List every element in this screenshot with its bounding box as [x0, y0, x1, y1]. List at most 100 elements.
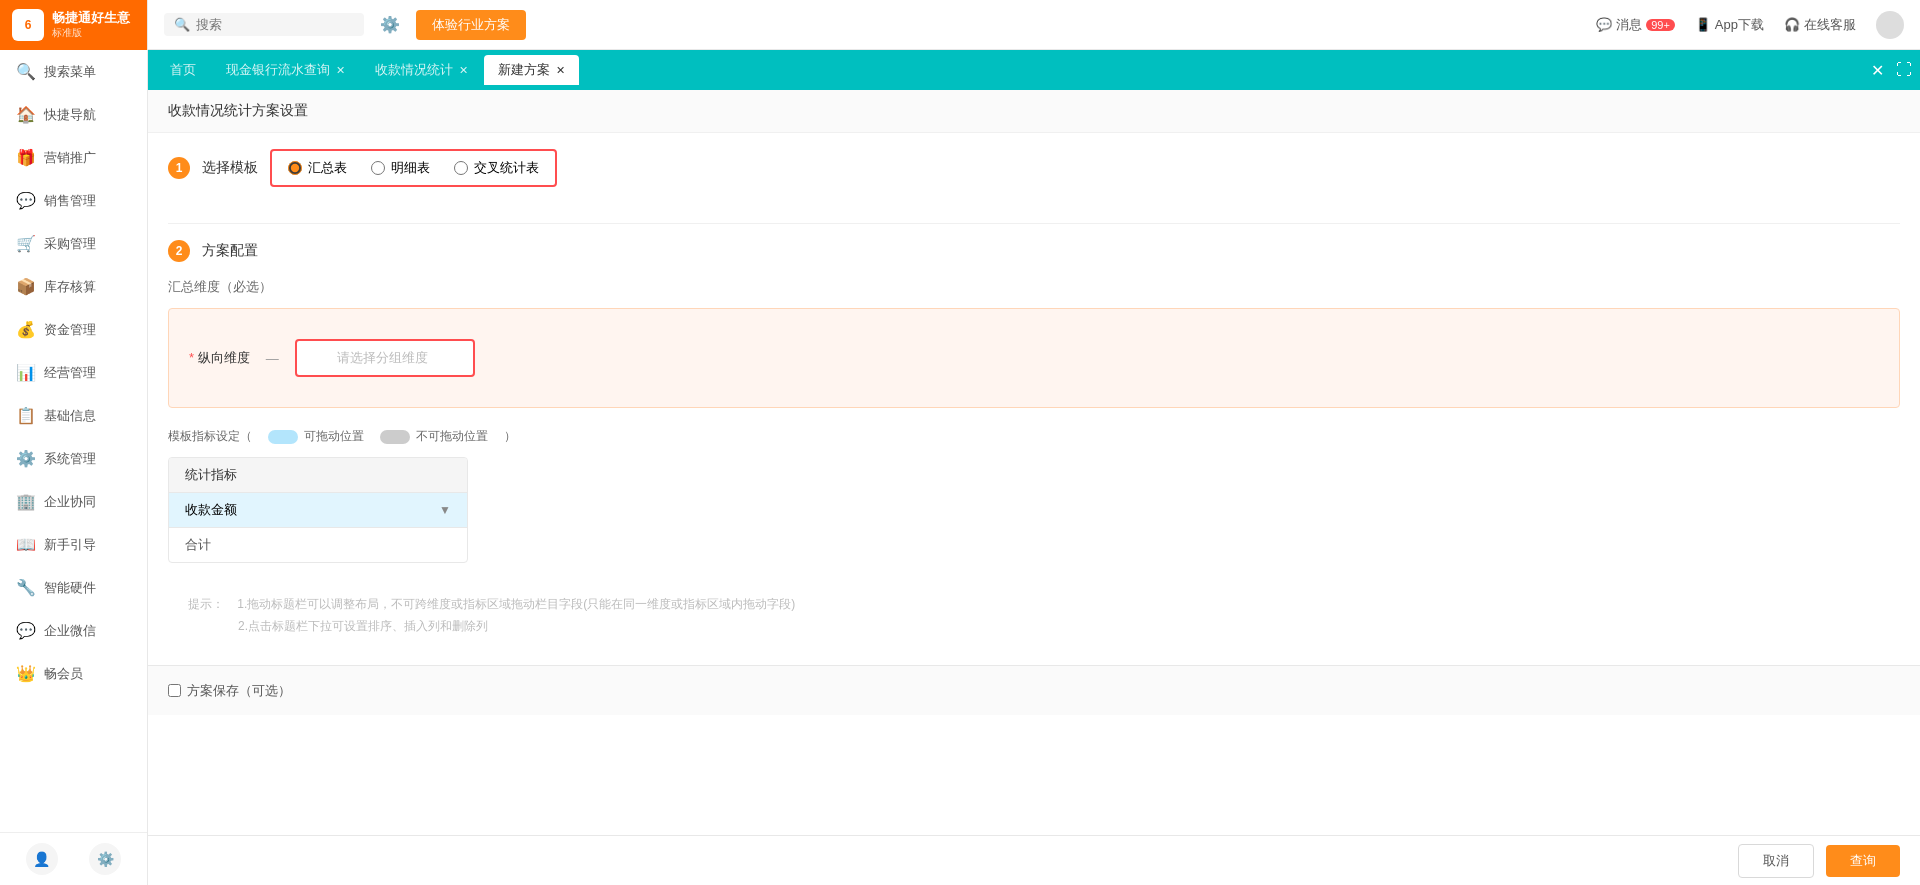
step2-header: 2 方案配置 [168, 240, 1900, 262]
industry-plan-button[interactable]: 体验行业方案 [416, 10, 526, 40]
tab-bank-flow-label: 现金银行流水查询 [226, 61, 330, 79]
download-label: App下载 [1715, 16, 1764, 34]
sidebar-item-quick-nav[interactable]: 🏠 快捷导航 [0, 93, 147, 136]
maximize-icon[interactable]: ⛶ [1896, 61, 1912, 79]
radio-cross-input[interactable] [454, 161, 468, 175]
save-checkbox-label[interactable]: 方案保存（可选） [168, 682, 291, 700]
radio-summary-input[interactable] [288, 161, 302, 175]
sidebar-item-finance[interactable]: 💰 资金管理 [0, 308, 147, 351]
box-icon: 📦 [16, 277, 36, 296]
query-button[interactable]: 查询 [1826, 845, 1900, 877]
sidebar-item-inventory[interactable]: 📦 库存核算 [0, 265, 147, 308]
close-window-icon[interactable]: ✕ [1871, 61, 1884, 80]
legend-fixed-label: 不可拖动位置 [416, 428, 488, 445]
indicators-cell-revenue[interactable]: 收款金额 ▼ [169, 493, 467, 528]
money-icon: 💰 [16, 320, 36, 339]
radio-summary[interactable]: 汇总表 [288, 159, 347, 177]
dimension-area: * 纵向维度 — 请选择分组维度 [168, 308, 1900, 408]
tab-receipt-stats[interactable]: 收款情况统计 ✕ [361, 55, 482, 85]
fixed-indicator [380, 430, 410, 444]
indicators-legend: 模板指标设定（ 可拖动位置 不可拖动位置 ） [168, 428, 1900, 445]
topbar-right: 💬 消息 99+ 📱 App下载 🎧 在线客服 [1596, 11, 1904, 39]
sidebar-item-basic-info[interactable]: 📋 基础信息 [0, 394, 147, 437]
chart-icon: 📊 [16, 363, 36, 382]
sidebar-item-member[interactable]: 👑 畅会员 [0, 652, 147, 695]
search-menu-icon: 🔍 [16, 62, 36, 81]
sidebar-item-sales[interactable]: 💬 销售管理 [0, 179, 147, 222]
cart-icon: 🛒 [16, 234, 36, 253]
sidebar-item-label: 库存核算 [44, 278, 96, 296]
sidebar-item-marketing[interactable]: 🎁 营销推广 [0, 136, 147, 179]
sidebar-item-label: 系统管理 [44, 450, 96, 468]
indicators-table: 统计指标 收款金额 ▼ 合计 [168, 457, 468, 563]
dimension-arrow: — [266, 351, 279, 366]
book-icon: 📖 [16, 535, 36, 554]
sidebar-item-label: 基础信息 [44, 407, 96, 425]
sidebar-item-operations[interactable]: 📊 经营管理 [0, 351, 147, 394]
draggable-indicator [268, 430, 298, 444]
chevron-down-icon[interactable]: ▼ [439, 503, 451, 517]
legend-draggable-label: 可拖动位置 [304, 428, 364, 445]
radio-detail-input[interactable] [371, 161, 385, 175]
search-input[interactable] [196, 17, 336, 32]
sidebar: 6 畅捷通好生意 标准版 🔍 搜索菜单 🏠 快捷导航 🎁 营销推广 💬 销售管理… [0, 0, 148, 885]
wechat-icon: 💬 [16, 621, 36, 640]
tab-bank-flow-close[interactable]: ✕ [336, 64, 345, 77]
user-avatar[interactable] [1876, 11, 1904, 39]
total-label: 合计 [185, 537, 211, 552]
topbar: 🔍 ⚙️ 体验行业方案 💬 消息 99+ 📱 App下载 🎧 在线客服 [148, 0, 1920, 50]
template-select-box: 汇总表 明细表 交叉统计表 [270, 149, 557, 187]
page-title: 收款情况统计方案设置 [148, 90, 1920, 133]
sidebar-bottom-icon-1[interactable]: 👤 [26, 843, 58, 875]
tab-new-plan[interactable]: 新建方案 ✕ [484, 55, 579, 85]
action-bar: 取消 查询 [148, 835, 1920, 885]
tips-title: 提示： [188, 597, 234, 611]
dimension-select-box[interactable]: 请选择分组维度 [295, 339, 475, 377]
sidebar-item-hardware[interactable]: 🔧 智能硬件 [0, 566, 147, 609]
vertical-dim-label: * 纵向维度 [189, 349, 250, 367]
tab-receipt-stats-label: 收款情况统计 [375, 61, 453, 79]
logo-title: 畅捷通好生意 [52, 10, 130, 26]
sidebar-item-label: 搜索菜单 [44, 63, 96, 81]
message-item[interactable]: 💬 消息 99+ [1596, 16, 1675, 34]
settings-icon[interactable]: ⚙️ [380, 15, 400, 34]
tab-bank-flow[interactable]: 现金银行流水查询 ✕ [212, 55, 359, 85]
step2-title: 方案配置 [202, 242, 258, 260]
search-icon: 🔍 [174, 17, 190, 32]
indicators-header: 统计指标 [169, 458, 467, 493]
sidebar-item-label: 营销推广 [44, 149, 96, 167]
radio-detail[interactable]: 明细表 [371, 159, 430, 177]
content-area: 收款情况统计方案设置 1 选择模板 汇总表 明细表 [148, 90, 1920, 885]
home-icon: 🏠 [16, 105, 36, 124]
radio-summary-label: 汇总表 [308, 159, 347, 177]
clipboard-icon: 📋 [16, 406, 36, 425]
tab-new-plan-close[interactable]: ✕ [556, 64, 565, 77]
sidebar-item-label: 企业微信 [44, 622, 96, 640]
sidebar-item-guide[interactable]: 📖 新手引导 [0, 523, 147, 566]
sidebar-bottom-icon-2[interactable]: ⚙️ [89, 843, 121, 875]
gear-icon: ⚙️ [16, 449, 36, 468]
download-item[interactable]: 📱 App下载 [1695, 16, 1764, 34]
sidebar-item-label: 畅会员 [44, 665, 83, 683]
tab-new-plan-label: 新建方案 [498, 61, 550, 79]
save-checkbox[interactable] [168, 684, 181, 697]
topbar-search-box[interactable]: 🔍 [164, 13, 364, 36]
sidebar-item-wechat[interactable]: 💬 企业微信 [0, 609, 147, 652]
sidebar-item-system[interactable]: ⚙️ 系统管理 [0, 437, 147, 480]
sidebar-item-enterprise[interactable]: 🏢 企业协同 [0, 480, 147, 523]
cancel-button[interactable]: 取消 [1738, 844, 1814, 878]
step2-badge: 2 [168, 240, 190, 262]
service-label: 在线客服 [1804, 16, 1856, 34]
sidebar-item-label: 快捷导航 [44, 106, 96, 124]
sidebar-item-search-menu[interactable]: 🔍 搜索菜单 [0, 50, 147, 93]
logo-badge: 标准版 [52, 26, 130, 40]
subsection-title: 汇总维度（必选） [168, 278, 1900, 296]
sidebar-item-label: 企业协同 [44, 493, 96, 511]
service-item[interactable]: 🎧 在线客服 [1784, 16, 1856, 34]
radio-cross[interactable]: 交叉统计表 [454, 159, 539, 177]
tab-receipt-stats-close[interactable]: ✕ [459, 64, 468, 77]
sidebar-item-label: 资金管理 [44, 321, 96, 339]
sidebar-item-purchase[interactable]: 🛒 采购管理 [0, 222, 147, 265]
tab-home[interactable]: 首页 [156, 55, 210, 85]
divider-1 [168, 223, 1900, 224]
